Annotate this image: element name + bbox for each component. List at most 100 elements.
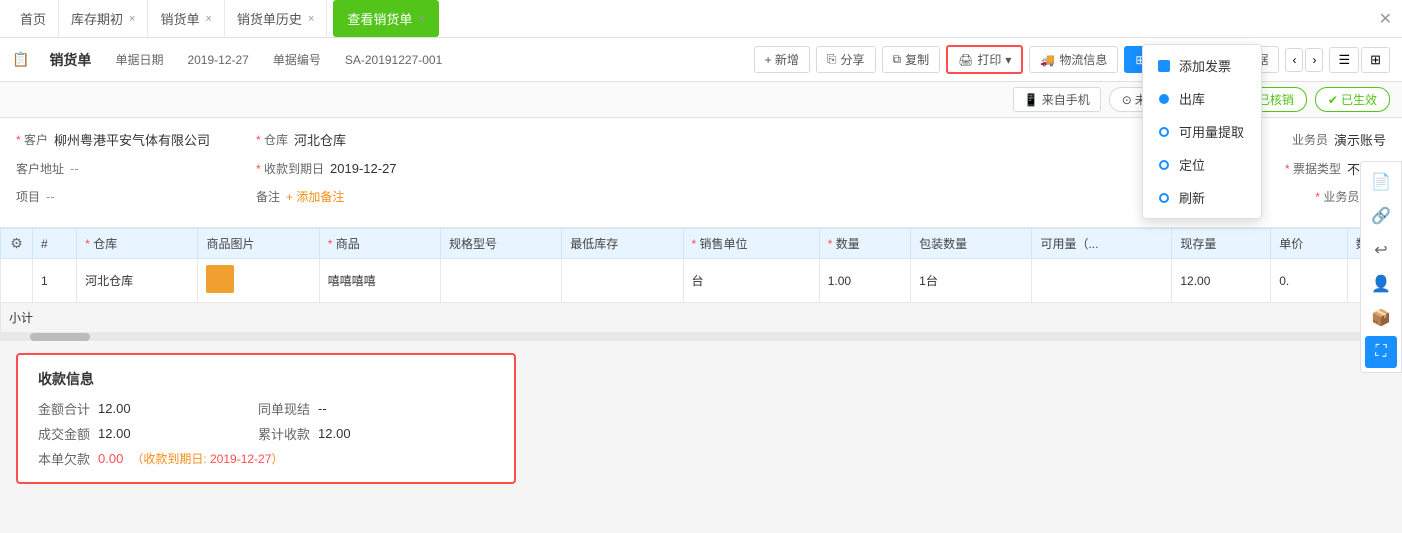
tab-sales-close[interactable]: × — [205, 13, 211, 25]
add-invoice-icon — [1157, 59, 1171, 73]
th-gear[interactable]: ⚙ — [1, 229, 33, 259]
subtotal-row: 小计 — [1, 303, 1402, 333]
product-img-icon — [206, 265, 234, 293]
row-1-product: 嘻嘻嘻嘻 — [319, 259, 440, 303]
address-label: 客户地址 — [16, 160, 64, 177]
sales-table-inner: ⚙ # * 仓库 商品图片 * 商品 规格型号 最低库存 * 销售单位 * 数量… — [0, 228, 1402, 333]
doc-date-label: 单据日期 — [115, 51, 163, 68]
tab-sales-history[interactable]: 销货单历史 × — [225, 0, 327, 37]
staff-label: 业务员 — [1292, 131, 1328, 148]
tab-sales-label: 销货单 — [160, 9, 199, 28]
row-1-spec — [440, 259, 561, 303]
tab-inventory-close[interactable]: × — [129, 13, 135, 25]
payment-title: 收款信息 — [38, 369, 494, 389]
phone-icon: 📱 — [1024, 93, 1039, 107]
tab-sales-history-close[interactable]: × — [308, 13, 314, 25]
btn-from-phone[interactable]: 📱 来自手机 — [1013, 87, 1101, 112]
warehouse-value: 河北仓库 — [294, 130, 346, 149]
btn-copy[interactable]: ⧉ 复制 — [882, 46, 941, 73]
sidebar-icon-doc[interactable]: 📄 — [1365, 166, 1397, 198]
row-1-gear[interactable] — [1, 259, 33, 303]
payment-item-deal: 成交金额 12.00 — [38, 424, 238, 443]
tab-sales-history-label: 销货单历史 — [237, 9, 302, 28]
sidebar-icon-package[interactable]: 📦 — [1365, 302, 1397, 334]
tab-sales[interactable]: 销货单 × — [148, 0, 224, 37]
row-1-img — [198, 259, 319, 303]
operations-dropdown: 添加发票 出库 可用量提取 定位 刷新 — [1142, 44, 1262, 219]
field-project: 项目 -- — [16, 188, 236, 205]
btn-effective[interactable]: ✔ 已生效 — [1315, 87, 1390, 112]
table-header-row: ⚙ # * 仓库 商品图片 * 商品 规格型号 最低库存 * 销售单位 * 数量… — [1, 229, 1402, 259]
payment-item-same-order: 同单现结 -- — [258, 399, 458, 418]
dropdown-item-outbound[interactable]: 出库 — [1143, 82, 1261, 115]
due-label: 本单欠款 — [38, 449, 90, 468]
table-row: 1 河北仓库 嘻嘻嘻嘻 台 1.00 1台 12.00 0. — [1, 259, 1402, 303]
address-value: -- — [70, 161, 79, 176]
row-1-qty: 1.00 — [819, 259, 910, 303]
dropdown-item-locate[interactable]: 定位 — [1143, 148, 1261, 181]
hscroll[interactable] — [0, 333, 1402, 341]
nav-prev[interactable]: ‹ — [1285, 48, 1303, 72]
same-order-value: -- — [318, 401, 327, 416]
locate-icon — [1157, 158, 1171, 172]
sidebar-icon-link[interactable]: 🔗 — [1365, 200, 1397, 232]
due-value: 0.00 — [98, 451, 123, 466]
share-icon: ⎘ — [827, 52, 837, 67]
th-unit: * 销售单位 — [683, 229, 819, 259]
hscroll-thumb[interactable] — [30, 333, 90, 341]
notes-label: 备注 — [256, 188, 280, 205]
project-value: -- — [46, 189, 55, 204]
settings-icon[interactable]: ⚙ — [10, 235, 23, 251]
nav-arrows: ‹ › — [1285, 48, 1323, 72]
btn-new[interactable]: + 新增 — [754, 46, 810, 73]
sidebar-icon-undo[interactable]: ↩ — [1365, 234, 1397, 266]
ticket-label: 票据类型 — [1285, 160, 1341, 177]
same-order-label: 同单现结 — [258, 399, 310, 418]
doc-date-value: 2019-12-27 — [187, 53, 248, 67]
btn-print[interactable]: 🖨 打印 ▾ — [946, 45, 1023, 74]
dropdown-item-refresh[interactable]: 刷新 — [1143, 181, 1261, 214]
payment-section: 收款信息 金额合计 12.00 同单现结 -- 成交金额 12.00 累计收款 … — [0, 341, 1402, 508]
payment-item-due: 本单欠款 0.00 （收款到期日: 2019-12-27） — [38, 449, 458, 468]
th-num: # — [33, 229, 77, 259]
th-stock: 现存量 — [1172, 229, 1271, 259]
customer-value: 柳州粤港平安气体有限公司 — [54, 130, 210, 149]
available-qty-icon — [1157, 125, 1171, 139]
add-note-btn[interactable]: 添加备注 — [286, 188, 344, 205]
refresh-icon — [1157, 191, 1171, 205]
dropdown-item-add-invoice[interactable]: 添加发票 — [1143, 49, 1261, 82]
doc-number-value: SA-20191227-001 — [345, 53, 442, 67]
doc-icon: 📋 — [12, 51, 29, 68]
deal-label: 成交金额 — [38, 424, 90, 443]
btn-share[interactable]: ⎘ 分享 — [816, 46, 876, 73]
toolbar-right: + 新增 ⎘ 分享 ⧉ 复制 🖨 打印 ▾ 🚚 物流信息 ⊞ 操作 🕐 历史单据… — [754, 45, 1390, 74]
tab-view-sales-label: 查看销货单 — [347, 9, 412, 28]
payment-item-cumulative: 累计收款 12.00 — [258, 424, 458, 443]
view-grid[interactable]: ⊞ — [1361, 47, 1390, 73]
btn-logistics[interactable]: 🚚 物流信息 — [1029, 46, 1118, 73]
deal-value: 12.00 — [98, 426, 131, 441]
view-list[interactable]: ☰ — [1329, 47, 1359, 73]
nav-next[interactable]: › — [1305, 48, 1323, 72]
field-warehouse: 仓库 河北仓库 — [256, 130, 476, 149]
sidebar-icon-user[interactable]: 👤 — [1365, 268, 1397, 300]
row-1-num: 1 — [33, 259, 77, 303]
total-label: 金额合计 — [38, 399, 90, 418]
tab-view-sales-close[interactable]: × — [418, 13, 424, 25]
tab-inventory-label: 库存期初 — [71, 9, 123, 28]
total-value: 12.00 — [98, 401, 131, 416]
th-warehouse: * 仓库 — [77, 229, 198, 259]
window-close-button[interactable]: ✕ — [1379, 9, 1392, 29]
ticket-status-icon: ⊙ — [1122, 93, 1132, 107]
tab-inventory[interactable]: 库存期初 × — [59, 0, 148, 37]
tab-view-sales[interactable]: 查看销货单 × — [333, 0, 438, 37]
field-notes: 备注 添加备注 — [256, 188, 476, 205]
tab-bar: 首页 库存期初 × 销货单 × 销货单历史 × 查看销货单 × ✕ — [0, 0, 1402, 38]
staff-value: 演示账号 — [1334, 130, 1386, 149]
dropdown-item-available-qty[interactable]: 可用量提取 — [1143, 115, 1261, 148]
effective-icon: ✔ — [1328, 93, 1338, 107]
tab-home[interactable]: 首页 — [8, 0, 59, 37]
view-toggle: ☰ ⊞ — [1329, 47, 1390, 73]
project-label: 项目 — [16, 188, 40, 205]
sidebar-icon-fullscreen[interactable]: ⛶ — [1365, 336, 1397, 368]
